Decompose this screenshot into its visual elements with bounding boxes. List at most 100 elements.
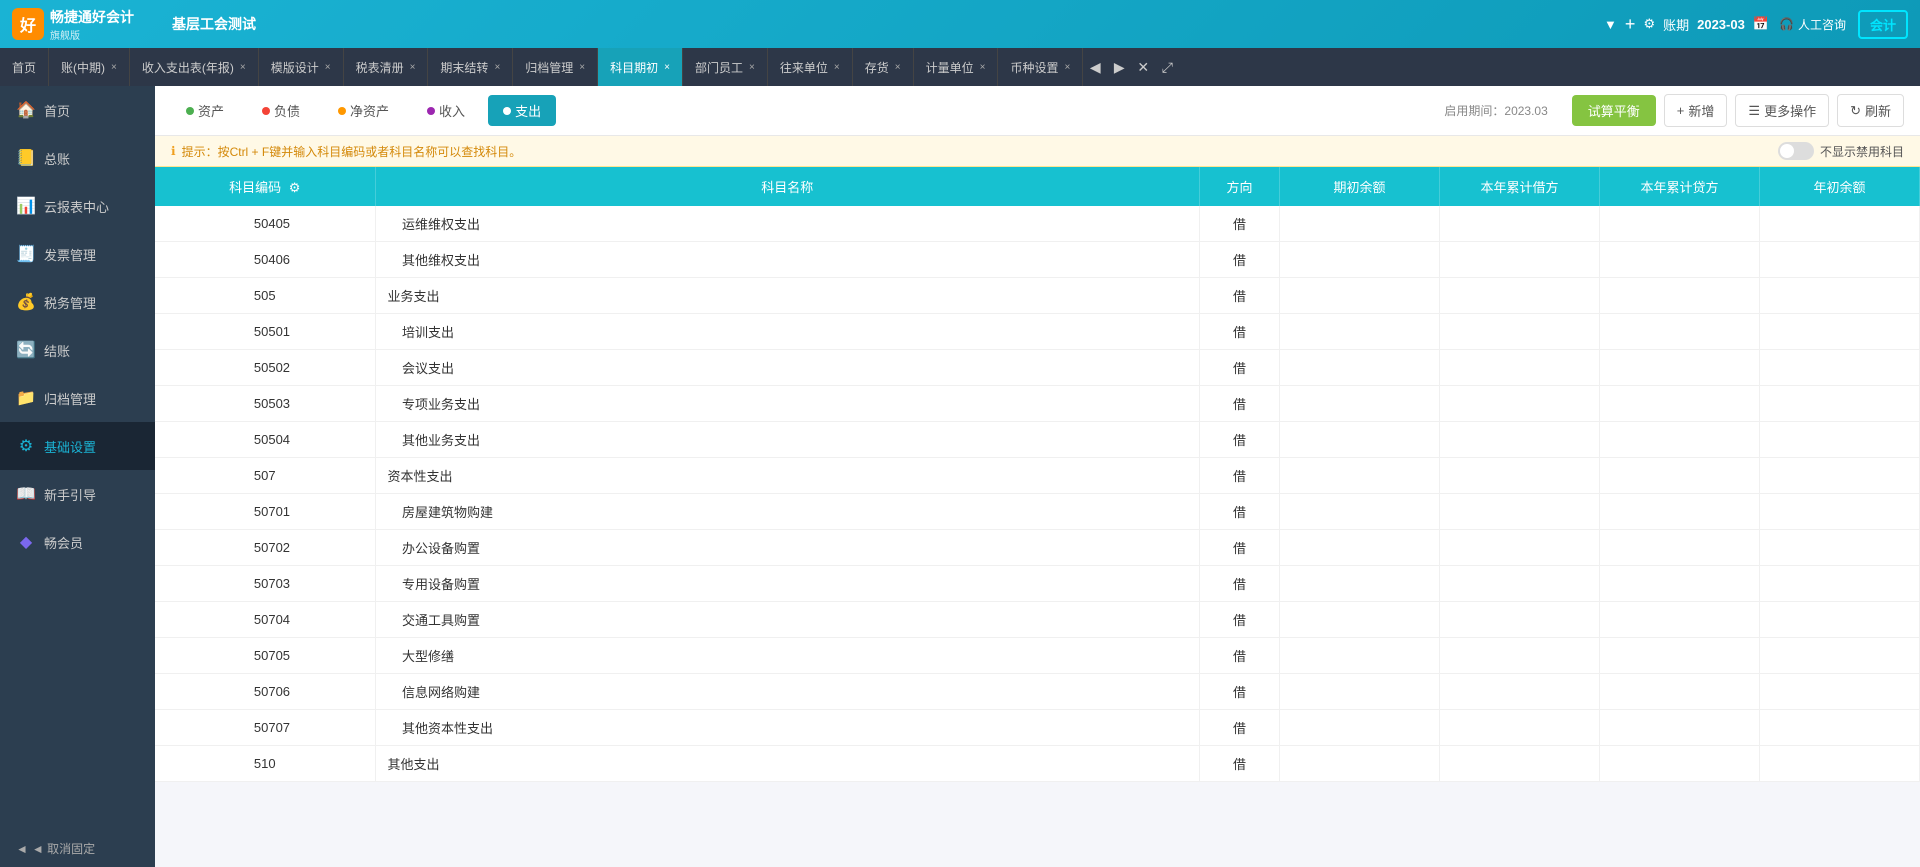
- tab-close-mid[interactable]: ×: [111, 62, 117, 73]
- col-code-label: 科目编码: [229, 180, 281, 195]
- cell-year-balance: [1760, 206, 1920, 242]
- tab-period[interactable]: 期末结转 ×: [428, 48, 513, 86]
- cell-year-balance: [1760, 710, 1920, 746]
- table-row[interactable]: 50702 办公设备购置 借: [155, 530, 1920, 566]
- sidebar-item-settings[interactable]: ⚙ 基础设置: [0, 422, 155, 470]
- tab-close-income[interactable]: ×: [240, 62, 246, 73]
- period-value: 2023-03: [1697, 17, 1745, 32]
- tab-prev-btn[interactable]: ◀: [1083, 48, 1107, 86]
- sidebar-item-ledger[interactable]: 📒 总账: [0, 134, 155, 182]
- logo-sub: 旗舰版: [50, 27, 134, 42]
- table-row[interactable]: 50707 其他资本性支出 借: [155, 710, 1920, 746]
- company-name: 基层工会测试: [172, 14, 1596, 34]
- table-row[interactable]: 510 其他支出 借: [155, 746, 1920, 782]
- table-row[interactable]: 50504 其他业务支出 借: [155, 422, 1920, 458]
- table-row[interactable]: 50503 专项业务支出 借: [155, 386, 1920, 422]
- tab-customer[interactable]: 往来单位 ×: [768, 48, 853, 86]
- table-row[interactable]: 50703 专用设备购置 借: [155, 566, 1920, 602]
- subtab-liability[interactable]: 负债: [247, 95, 315, 126]
- hint-bar: ℹ 提示：按Ctrl + F键并输入科目编码或者科目名称可以查找科目。 不显示禁…: [155, 136, 1920, 167]
- ai-btn-label: 人工咨询: [1798, 16, 1846, 33]
- tab-inventory[interactable]: 存货 ×: [853, 48, 914, 86]
- table-row[interactable]: 50406 其他维权支出 借: [155, 242, 1920, 278]
- cell-ytd-debit: [1440, 386, 1600, 422]
- table-row[interactable]: 50704 交通工具购置 借: [155, 602, 1920, 638]
- sidebar-item-home[interactable]: 🏠 首页: [0, 86, 155, 134]
- refresh-btn[interactable]: ↻ 刷新: [1837, 94, 1904, 127]
- tab-expand-btn[interactable]: ⤢: [1155, 48, 1179, 86]
- tab-mid[interactable]: 账(中期) ×: [49, 48, 130, 86]
- tab-close-customer[interactable]: ×: [834, 62, 840, 73]
- settings-icon[interactable]: ⚙: [1643, 16, 1655, 32]
- sidebar-item-archive[interactable]: 📁 归档管理: [0, 374, 155, 422]
- table-row[interactable]: 50701 房屋建筑物购建 借: [155, 494, 1920, 530]
- cell-period-balance: [1280, 638, 1440, 674]
- tab-template[interactable]: 模版设计 ×: [259, 48, 344, 86]
- sidebar-item-tax[interactable]: 💰 税务管理: [0, 278, 155, 326]
- cell-period-balance: [1280, 386, 1440, 422]
- tab-dept[interactable]: 部门员工 ×: [683, 48, 768, 86]
- subtab-equity[interactable]: 净资产: [323, 95, 404, 126]
- tab-close-unit[interactable]: ×: [980, 62, 986, 73]
- cell-direction: 借: [1200, 458, 1280, 494]
- tab-archive[interactable]: 归档管理 ×: [513, 48, 598, 86]
- ai-consult-btn[interactable]: 🎧 人工咨询: [1779, 16, 1846, 33]
- calendar-icon[interactable]: 📅: [1753, 16, 1769, 32]
- kuaiji-button[interactable]: 会计: [1858, 10, 1908, 39]
- table-row[interactable]: 50502 会议支出 借: [155, 350, 1920, 386]
- table-row[interactable]: 505 业务支出 借: [155, 278, 1920, 314]
- tab-close-template[interactable]: ×: [325, 62, 331, 73]
- subtab-income[interactable]: 收入: [412, 95, 480, 126]
- tab-close-dept[interactable]: ×: [749, 62, 755, 73]
- sidebar-item-member[interactable]: ◆ 畅会员: [0, 518, 155, 566]
- tab-close-period[interactable]: ×: [494, 62, 500, 73]
- tab-close-tax[interactable]: ×: [410, 62, 416, 73]
- more-btn[interactable]: ☰ 更多操作: [1735, 94, 1829, 127]
- tab-close-archive[interactable]: ×: [579, 62, 585, 73]
- tab-income[interactable]: 收入支出表(年报) ×: [130, 48, 259, 86]
- tab-home[interactable]: 首页: [0, 48, 49, 86]
- table-row[interactable]: 50705 大型修缮 借: [155, 638, 1920, 674]
- tab-close-all-btn[interactable]: ✕: [1131, 48, 1155, 86]
- cell-year-balance: [1760, 242, 1920, 278]
- sidebar-item-settle[interactable]: 🔄 结账: [0, 326, 155, 374]
- header-right: 🎧 人工咨询 会计: [1779, 10, 1908, 39]
- cell-year-balance: [1760, 530, 1920, 566]
- add-btn[interactable]: + 新增: [1664, 94, 1728, 127]
- col-ytd-credit: 本年累计贷方: [1600, 167, 1760, 206]
- tab-next-btn[interactable]: ▶: [1107, 48, 1131, 86]
- tab-tax[interactable]: 税表清册 ×: [344, 48, 429, 86]
- sidebar-item-guide[interactable]: 📖 新手引导: [0, 470, 155, 518]
- tab-currency[interactable]: 币种设置 ×: [998, 48, 1083, 86]
- balance-btn[interactable]: 试算平衡: [1572, 95, 1656, 126]
- dropdown-icon[interactable]: ▼: [1604, 17, 1617, 32]
- cell-year-balance: [1760, 602, 1920, 638]
- table-row[interactable]: 50706 信息网络购建 借: [155, 674, 1920, 710]
- col-direction: 方向: [1200, 167, 1280, 206]
- table-row[interactable]: 50405 运维维权支出 借: [155, 206, 1920, 242]
- main-layout: 🏠 首页 📒 总账 📊 云报表中心 🧾 发票管理 💰 税务管理 🔄 结账 📁 归…: [0, 86, 1920, 867]
- table-row[interactable]: 507 资本性支出 借: [155, 458, 1920, 494]
- add-company-btn[interactable]: +: [1625, 14, 1636, 35]
- tab-close-currency[interactable]: ×: [1064, 62, 1070, 73]
- toggle-switch[interactable]: [1778, 142, 1814, 160]
- cell-code: 50707: [155, 710, 375, 746]
- tab-close-inventory[interactable]: ×: [895, 62, 901, 73]
- tab-subject-init[interactable]: 科目期初 ×: [598, 48, 683, 86]
- sidebar-item-reports[interactable]: 📊 云报表中心: [0, 182, 155, 230]
- cell-year-balance: [1760, 278, 1920, 314]
- cell-ytd-credit: [1600, 602, 1760, 638]
- company-area: 基层工会测试 ▼ + ⚙ 账期 2023-03 📅: [172, 14, 1769, 35]
- cell-code: 50704: [155, 602, 375, 638]
- col-settings-icon[interactable]: ⚙: [289, 180, 301, 196]
- tab-close-subject[interactable]: ×: [664, 62, 670, 73]
- table-row[interactable]: 50501 培训支出 借: [155, 314, 1920, 350]
- subtab-asset[interactable]: 资产: [171, 95, 239, 126]
- sidebar-collapse-btn[interactable]: ◄ ◄ 取消固定: [0, 830, 155, 867]
- subject-table: 科目编码 ⚙ 科目名称 方向 期初余额 本年累计借方 本年累计贷方 年初余额 5…: [155, 167, 1920, 782]
- cell-direction: 借: [1200, 746, 1280, 782]
- reports-icon: 📊: [16, 196, 36, 216]
- sidebar-item-invoice[interactable]: 🧾 发票管理: [0, 230, 155, 278]
- subtab-expense[interactable]: 支出: [488, 95, 556, 126]
- tab-unit[interactable]: 计量单位 ×: [914, 48, 999, 86]
